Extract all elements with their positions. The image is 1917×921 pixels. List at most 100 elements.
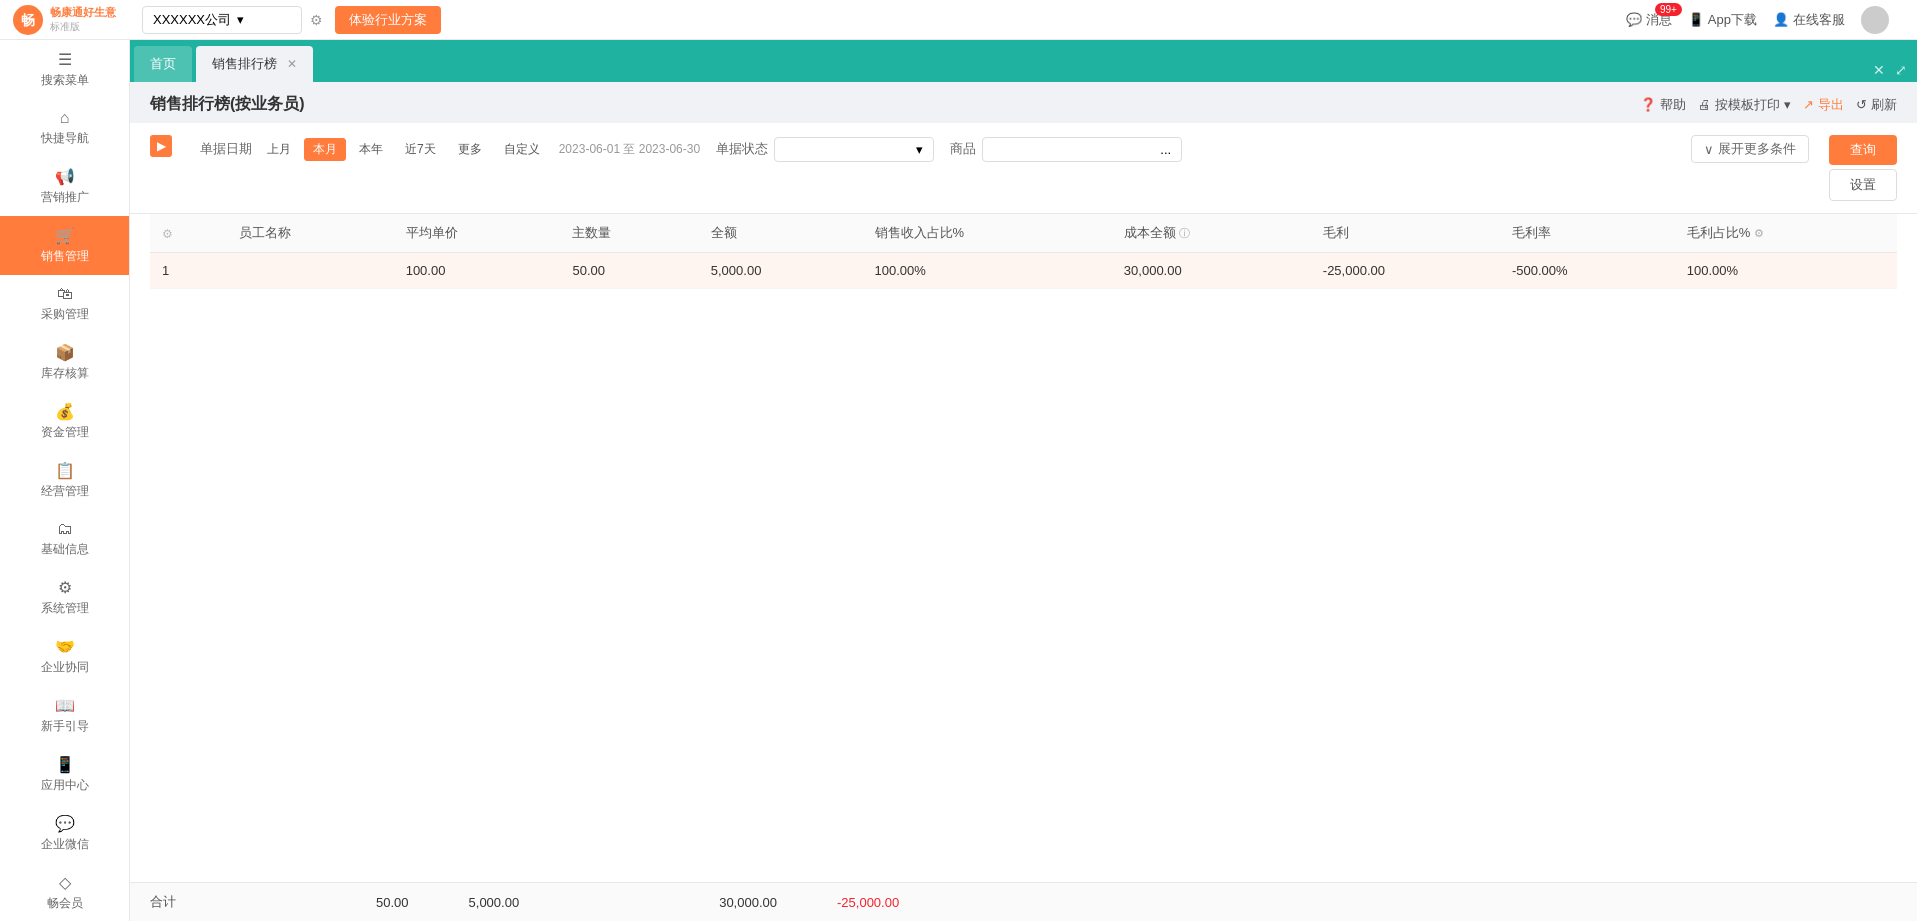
help-label: 帮助 <box>1660 96 1686 114</box>
sidebar-item-guide[interactable]: 📖 新手引导 <box>0 686 129 745</box>
footer-cost: 30,000.00 <box>719 895 777 910</box>
sidebar-item-wechat[interactable]: 💬 企业微信 <box>0 804 129 863</box>
date-tab-this-month[interactable]: 本月 <box>304 138 346 161</box>
table-header-row: ⚙ 员工名称 平均单价 主数量 全额 销售收入占比% 成本全额 ⓘ 毛利 毛利率 <box>150 214 1897 253</box>
sidebar-item-member[interactable]: ◇ 畅会员 <box>0 863 129 921</box>
date-label: 单据日期 <box>200 140 252 158</box>
expand-more-btn[interactable]: ∨ 展开更多条件 <box>1691 135 1809 163</box>
print-dropdown-icon: ▾ <box>1784 97 1791 112</box>
expand-label: 展开更多条件 <box>1718 140 1796 158</box>
message-icon: 💬 <box>1626 12 1642 27</box>
tab-bar-right: ✕ ⤢ <box>1873 62 1917 82</box>
cell-amount: 5,000.00 <box>699 253 863 289</box>
sidebar-item-base[interactable]: 🗂 基础信息 <box>0 510 129 568</box>
inner-card: ▶ 单据日期 上月 本月 本年 近7天 <box>130 123 1917 921</box>
date-tab-more[interactable]: 更多 <box>449 138 491 161</box>
service-icon: 👤 <box>1773 12 1789 27</box>
table-row: 1 100.00 50.00 5,000.00 100.00% 30,000.0… <box>150 253 1897 289</box>
sidebar-label-nav: 快捷导航 <box>41 130 89 147</box>
query-btn[interactable]: 查询 <box>1829 135 1897 165</box>
print-btn[interactable]: 🖨 按模板打印 ▾ <box>1698 96 1791 114</box>
sidebar-item-marketing[interactable]: 📢 营销推广 <box>0 157 129 216</box>
refresh-btn[interactable]: ↺ 刷新 <box>1856 96 1897 114</box>
sidebar-label-purchase: 采购管理 <box>41 306 89 323</box>
filter-arrow[interactable]: ▶ <box>150 135 172 157</box>
app-icon: 📱 <box>1688 12 1704 27</box>
th-settings[interactable]: ⚙ <box>150 214 227 253</box>
table-container: ⚙ 员工名称 平均单价 主数量 全额 销售收入占比% 成本全额 ⓘ 毛利 毛利率 <box>130 214 1917 882</box>
service-label: 在线客服 <box>1793 11 1845 29</box>
th-name: 员工名称 <box>227 214 394 253</box>
sidebar-label-member: 畅会员 <box>47 895 83 912</box>
footer-amount: 5,000.00 <box>469 895 520 910</box>
sidebar-item-finance[interactable]: 💰 资金管理 <box>0 392 129 451</box>
chevron-down-icon: ∨ <box>1704 142 1714 157</box>
company-dropdown-icon: ▾ <box>237 12 244 27</box>
tab-minimize-icon[interactable]: ✕ <box>1873 62 1885 78</box>
sidebar-item-operation[interactable]: 📋 经营管理 <box>0 451 129 510</box>
status-select[interactable]: ▾ <box>774 137 934 162</box>
date-tab-this-year[interactable]: 本年 <box>350 138 392 161</box>
data-table: ⚙ 员工名称 平均单价 主数量 全额 销售收入占比% 成本全额 ⓘ 毛利 毛利率 <box>150 214 1897 289</box>
date-filter-group: 单据日期 上月 本月 本年 近7天 更多 自定义 <box>200 138 700 161</box>
th-sales-pct: 销售收入占比% <box>863 214 1112 253</box>
company-selector[interactable]: XXXXXX公司 ▾ <box>142 6 302 34</box>
goods-label: 商品 <box>950 140 976 158</box>
tab-maximize-icon[interactable]: ⤢ <box>1895 62 1907 78</box>
tab-sales-rank-label: 销售排行榜 <box>212 55 277 73</box>
sidebar-item-system[interactable]: ⚙ 系统管理 <box>0 568 129 627</box>
sidebar-item-sales[interactable]: 🛒 销售管理 <box>0 216 129 275</box>
avatar[interactable] <box>1861 6 1889 34</box>
cell-cost: 30,000.00 <box>1112 253 1311 289</box>
goods-input[interactable]: ... <box>982 137 1182 162</box>
tab-sales-rank[interactable]: 销售排行榜 ✕ <box>196 46 313 82</box>
enterprise-icon: 🤝 <box>55 637 75 656</box>
sidebar-item-app[interactable]: 📱 应用中心 <box>0 745 129 804</box>
tab-home[interactable]: 首页 <box>134 46 192 82</box>
wechat-icon: 💬 <box>55 814 75 833</box>
setting-btn[interactable]: 设置 <box>1829 169 1897 201</box>
export-btn[interactable]: ↗ 导出 <box>1803 96 1844 114</box>
goods-filter-group: 商品 ... <box>950 137 1182 162</box>
page-header: 销售排行榜(按业务员) ❓ 帮助 🖨 按模板打印 ▾ ↗ <box>130 82 1917 123</box>
search-menu-icon: ☰ <box>58 50 72 69</box>
sidebar-label-system: 系统管理 <box>41 600 89 617</box>
sidebar-item-nav[interactable]: ⌂ 快捷导航 <box>0 99 129 157</box>
service-item[interactable]: 👤 在线客服 <box>1773 11 1845 29</box>
date-tab-custom[interactable]: 自定义 <box>495 138 549 161</box>
sidebar-label-inventory: 库存核算 <box>41 365 89 382</box>
sidebar-label-guide: 新手引导 <box>41 718 89 735</box>
sidebar-item-search[interactable]: ☰ 搜索菜单 <box>0 40 129 99</box>
settings-icon[interactable]: ⚙ <box>310 12 323 28</box>
footer-profit: -25,000.00 <box>837 895 899 910</box>
sidebar-item-enterprise[interactable]: 🤝 企业协同 <box>0 627 129 686</box>
cell-profit-rate: -500.00% <box>1500 253 1675 289</box>
trial-btn[interactable]: 体验行业方案 <box>335 6 441 34</box>
help-btn[interactable]: ❓ 帮助 <box>1640 96 1686 114</box>
app-download-item[interactable]: 📱 App下载 <box>1688 11 1757 29</box>
refresh-icon: ↺ <box>1856 97 1867 112</box>
sidebar-label-finance: 资金管理 <box>41 424 89 441</box>
sidebar: ☰ 搜索菜单 ⌂ 快捷导航 📢 营销推广 🛒 销售管理 🛍 采购管理 📦 库 <box>0 40 130 921</box>
sidebar-item-purchase[interactable]: 🛍 采购管理 <box>0 275 129 333</box>
print-icon: 🖨 <box>1698 97 1711 112</box>
top-actions: 体验行业方案 <box>335 6 441 34</box>
message-item[interactable]: 💬 消息 99+ <box>1626 11 1672 29</box>
th-cost: 成本全额 ⓘ <box>1112 214 1311 253</box>
cell-sales-pct: 100.00% <box>863 253 1112 289</box>
footer-qty: 50.00 <box>376 895 409 910</box>
print-label: 按模板打印 <box>1715 96 1780 114</box>
tab-close-icon[interactable]: ✕ <box>287 57 297 71</box>
date-tab-7days[interactable]: 近7天 <box>396 138 445 161</box>
cell-name <box>227 253 394 289</box>
date-tab-last-month[interactable]: 上月 <box>258 138 300 161</box>
logo-text2: 标准版 <box>50 20 116 34</box>
sidebar-item-inventory[interactable]: 📦 库存核算 <box>0 333 129 392</box>
filter-row: ▶ 单据日期 上月 本月 本年 近7天 <box>150 135 1897 201</box>
system-icon: ⚙ <box>58 578 72 597</box>
logo-text1: 畅康通好生意 <box>50 5 116 20</box>
inventory-icon: 📦 <box>55 343 75 362</box>
sidebar-label-app: 应用中心 <box>41 777 89 794</box>
status-filter-group: 单据状态 ▾ <box>716 137 934 162</box>
page-content: 销售排行榜(按业务员) ❓ 帮助 🖨 按模板打印 ▾ ↗ <box>130 82 1917 921</box>
